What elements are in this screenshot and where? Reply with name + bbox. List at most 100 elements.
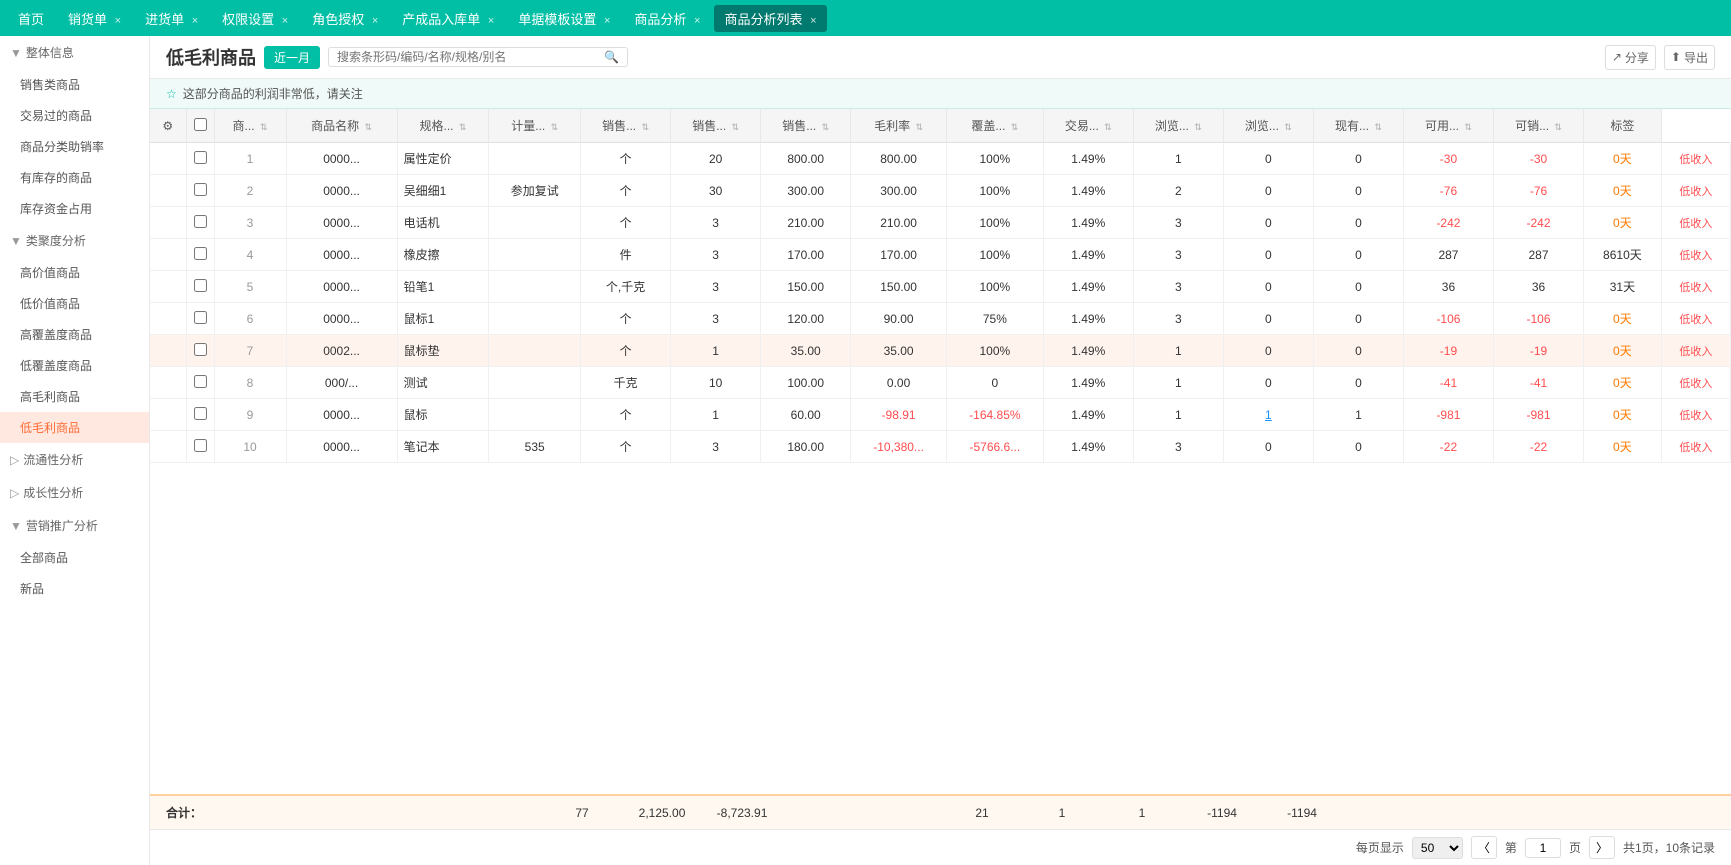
sidebar-item-high-margin[interactable]: 高毛利商品 — [0, 381, 149, 412]
col-coverage: 覆盖... ⇅ — [946, 109, 1043, 143]
close-purchase-icon[interactable]: × — [192, 15, 198, 27]
row-checkbox-cell[interactable] — [186, 239, 214, 271]
row-checkbox[interactable] — [194, 311, 207, 324]
sort-available-icon[interactable]: ⇅ — [1464, 122, 1472, 132]
sidebar-item-low-margin[interactable]: 低毛利商品 — [0, 412, 149, 443]
filter-btn[interactable]: 近一月 — [264, 46, 320, 69]
row-checkbox-cell[interactable] — [186, 143, 214, 175]
nav-item-product-entry[interactable]: 产成品入库单 × — [392, 5, 504, 32]
nav-item-analysis[interactable]: 商品分析 × — [624, 5, 710, 32]
sort-spec-icon[interactable]: ⇅ — [459, 122, 467, 132]
sidebar-item-new-goods[interactable]: 新品 — [0, 573, 149, 604]
nav-item-home[interactable]: 首页 — [8, 5, 54, 32]
sort-code-icon[interactable]: ⇅ — [260, 122, 268, 132]
sidebar-item-stock-goods[interactable]: 有库存的商品 — [0, 162, 149, 193]
sort-saleqty-icon[interactable]: ⇅ — [641, 122, 649, 132]
sort-trade-icon[interactable]: ⇅ — [1104, 122, 1112, 132]
row-code: 0000... — [286, 399, 397, 431]
sidebar-group-circulation[interactable]: ▷ 流通性分析 — [0, 443, 149, 476]
export-button[interactable]: ⬆ 导出 — [1664, 45, 1715, 70]
sort-margin-icon[interactable]: ⇅ — [915, 122, 923, 132]
close-sales-icon[interactable]: × — [115, 15, 121, 27]
sidebar-item-all-goods[interactable]: 全部商品 — [0, 542, 149, 573]
sidebar-group-growth[interactable]: ▷ 成长性分析 — [0, 476, 149, 509]
nav-item-analysis-list[interactable]: 商品分析列表 × — [714, 5, 826, 32]
row-checkbox[interactable] — [194, 247, 207, 260]
nav-item-sales[interactable]: 销货单 × — [58, 5, 131, 32]
row-checkbox-cell[interactable] — [186, 335, 214, 367]
sort-saleable-icon[interactable]: ⇅ — [1554, 122, 1562, 132]
sidebar-item-sales-goods[interactable]: 销售类商品 — [0, 69, 149, 100]
row-checkbox[interactable] — [194, 375, 207, 388]
row-checkbox-cell[interactable] — [186, 207, 214, 239]
close-analysis-icon[interactable]: × — [694, 15, 700, 27]
sort-browse2-icon[interactable]: ⇅ — [1284, 122, 1292, 132]
close-product-entry-icon[interactable]: × — [488, 15, 494, 27]
row-checkbox[interactable] — [194, 343, 207, 356]
row-checkbox[interactable] — [194, 215, 207, 228]
sidebar-item-high-coverage[interactable]: 高覆盖度商品 — [0, 319, 149, 350]
col-sale-qty: 销售... ⇅ — [581, 109, 671, 143]
row-number: 5 — [214, 271, 286, 303]
select-all-checkbox[interactable] — [194, 118, 207, 131]
search-icon[interactable]: 🔍 — [604, 50, 619, 64]
sidebar-group-cluster[interactable]: ▼ 类聚度分析 — [0, 224, 149, 257]
sidebar-item-category-rate[interactable]: 商品分类助销率 — [0, 131, 149, 162]
footer-browse1: 1 — [1022, 806, 1102, 820]
sidebar-group-marketing[interactable]: ▼ 营销推广分析 — [0, 509, 149, 542]
per-page-select[interactable]: 50 100 200 — [1412, 837, 1463, 859]
col-browse2: 浏览... ⇅ — [1223, 109, 1313, 143]
sort-name-icon[interactable]: ⇅ — [364, 122, 372, 132]
row-checkbox[interactable] — [194, 439, 207, 452]
row-checkbox[interactable] — [194, 183, 207, 196]
row-checkbox-cell[interactable] — [186, 399, 214, 431]
nav-item-purchase[interactable]: 进货单 × — [135, 5, 208, 32]
row-checkbox-cell[interactable] — [186, 303, 214, 335]
row-checkbox-cell[interactable] — [186, 367, 214, 399]
prev-page-btn[interactable]: 〈 — [1471, 836, 1497, 859]
close-template-icon[interactable]: × — [604, 15, 610, 27]
search-input[interactable] — [337, 50, 604, 64]
sidebar-group-overall[interactable]: ▼ 整体信息 — [0, 36, 149, 69]
row-browse1[interactable]: 1 — [1223, 399, 1313, 431]
row-code: 0000... — [286, 143, 397, 175]
sidebar-item-low-coverage[interactable]: 低覆盖度商品 — [0, 350, 149, 381]
sort-unit-icon[interactable]: ⇅ — [551, 122, 559, 132]
row-checkbox[interactable] — [194, 407, 207, 420]
share-button[interactable]: ↗ 分享 — [1605, 45, 1656, 70]
close-role-icon[interactable]: × — [372, 15, 378, 27]
sort-saleamt-icon[interactable]: ⇅ — [732, 122, 740, 132]
close-permission-icon[interactable]: × — [282, 15, 288, 27]
col-checkbox[interactable] — [186, 109, 214, 143]
sort-saleprofit-icon[interactable]: ⇅ — [822, 122, 830, 132]
row-checkbox[interactable] — [194, 151, 207, 164]
row-coverage: 1.49% — [1043, 239, 1133, 271]
nav-item-role[interactable]: 角色授权 × — [302, 5, 388, 32]
sort-coverage-icon[interactable]: ⇅ — [1011, 122, 1019, 132]
nav-item-template[interactable]: 单据模板设置 × — [508, 5, 620, 32]
nav-item-permission[interactable]: 权限设置 × — [212, 5, 298, 32]
sidebar-item-high-value[interactable]: 高价值商品 — [0, 257, 149, 288]
footer-trade-count: 21 — [942, 806, 1022, 820]
sort-stock-icon[interactable]: ⇅ — [1374, 122, 1382, 132]
sidebar-item-low-value[interactable]: 低价值商品 — [0, 288, 149, 319]
row-saleable: 31天 — [1584, 271, 1662, 303]
row-checkbox-cell[interactable] — [186, 431, 214, 463]
col-trade-count: 交易... ⇅ — [1043, 109, 1133, 143]
sort-browse1-icon[interactable]: ⇅ — [1194, 122, 1202, 132]
row-sale-amt: 180.00 — [761, 431, 851, 463]
next-page-btn[interactable]: 〉 — [1589, 836, 1615, 859]
page-input[interactable] — [1525, 838, 1561, 858]
col-unit: 计量... ⇅ — [489, 109, 581, 143]
row-checkbox-cell[interactable] — [186, 271, 214, 303]
sidebar-item-traded-goods[interactable]: 交易过的商品 — [0, 100, 149, 131]
footer-sale-profit: -8,723.91 — [702, 806, 782, 820]
col-gear[interactable]: ⚙ — [150, 109, 186, 143]
sidebar-group-marketing-label: 营销推广分析 — [26, 517, 98, 534]
row-checkbox-cell[interactable] — [186, 175, 214, 207]
table-container[interactable]: ⚙ 商... ⇅ 商品名称 ⇅ 规格... ⇅ 计量... ⇅ 销售... ⇅ … — [150, 109, 1731, 794]
row-checkbox[interactable] — [194, 279, 207, 292]
row-tag: 低收入 — [1661, 303, 1730, 335]
close-analysis-list-icon[interactable]: × — [810, 15, 816, 27]
sidebar-item-stock-capital[interactable]: 库存资金占用 — [0, 193, 149, 224]
